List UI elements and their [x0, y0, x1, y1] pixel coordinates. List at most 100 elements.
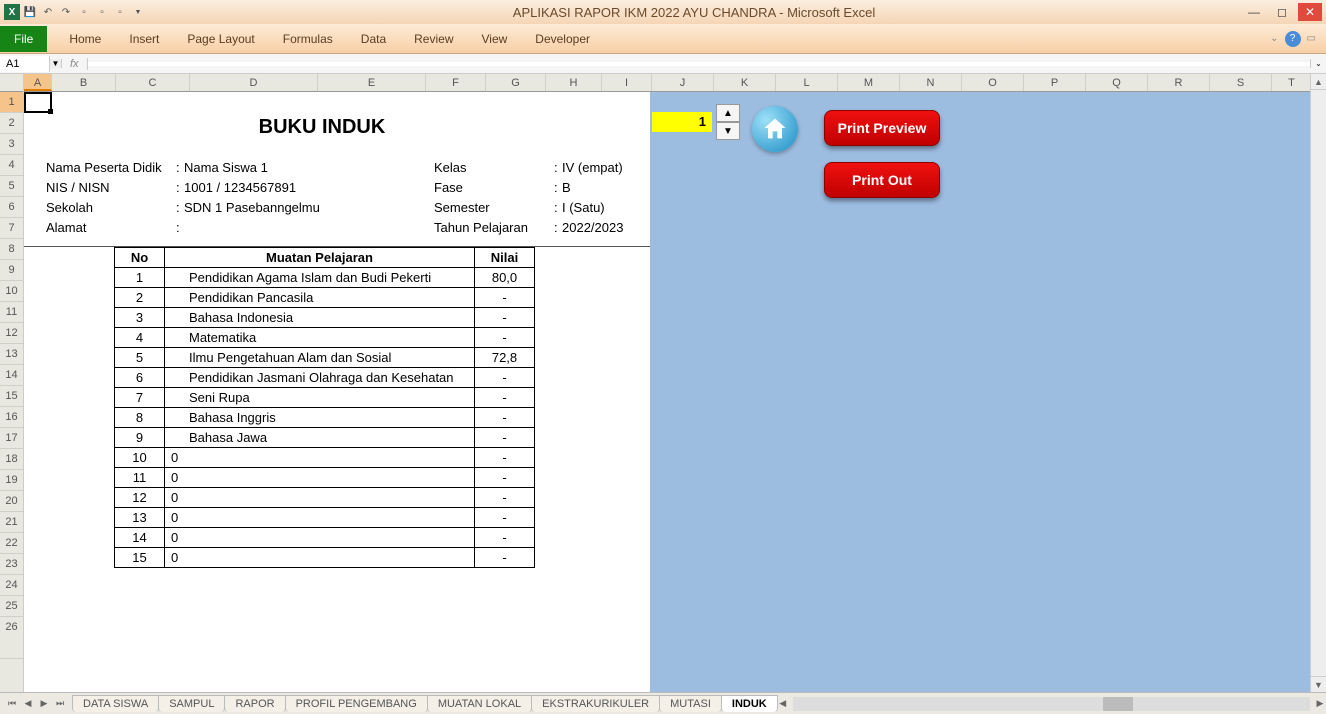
tab-next-icon[interactable]: ▶: [36, 698, 52, 709]
tab-scroll-icon[interactable]: ◀: [777, 698, 789, 709]
col-header[interactable]: L: [776, 74, 838, 91]
tab-first-icon[interactable]: ⏮: [4, 698, 20, 709]
col-header[interactable]: B: [52, 74, 116, 91]
sheet-tab-data-siswa[interactable]: DATA SISWA: [72, 695, 159, 712]
ribbon-tab-view[interactable]: View: [468, 26, 522, 52]
window-controls-icon[interactable]: ▭: [1307, 33, 1316, 44]
col-header[interactable]: M: [838, 74, 900, 91]
ribbon-tab-data[interactable]: Data: [347, 26, 400, 52]
row-header[interactable]: 3: [0, 134, 23, 155]
row-header[interactable]: 7: [0, 218, 23, 239]
col-header[interactable]: R: [1148, 74, 1210, 91]
row-header[interactable]: 11: [0, 302, 23, 323]
sheet-tab-rapor[interactable]: RAPOR: [224, 695, 285, 712]
formula-bar-expand-icon[interactable]: ⌄: [1310, 59, 1326, 68]
row-header[interactable]: 17: [0, 428, 23, 449]
col-header[interactable]: Q: [1086, 74, 1148, 91]
sheet-controls-area[interactable]: 1 ▲ ▼ Print Preview Print Out: [650, 92, 1326, 692]
row-header[interactable]: 23: [0, 554, 23, 575]
sheet-print-area[interactable]: BUKU INDUK Nama Peserta Didik:Nama Siswa…: [24, 92, 650, 692]
row-header[interactable]: 2: [0, 113, 23, 134]
file-tab[interactable]: File: [0, 26, 47, 52]
tab-prev-icon[interactable]: ◀: [20, 698, 36, 709]
print-out-button[interactable]: Print Out: [824, 162, 940, 198]
save-icon[interactable]: 💾: [22, 4, 38, 20]
maximize-button[interactable]: ◻: [1270, 3, 1294, 21]
formula-bar[interactable]: [88, 62, 1310, 66]
undo-icon[interactable]: ↶: [40, 4, 56, 20]
row-header[interactable]: 6: [0, 197, 23, 218]
excel-icon[interactable]: X: [4, 4, 20, 20]
col-header[interactable]: S: [1210, 74, 1272, 91]
col-header[interactable]: K: [714, 74, 776, 91]
fx-icon[interactable]: fx: [62, 58, 88, 70]
select-all-corner[interactable]: [0, 74, 23, 92]
ribbon-tab-insert[interactable]: Insert: [115, 26, 173, 52]
col-header[interactable]: E: [318, 74, 426, 91]
minimize-button[interactable]: —: [1242, 3, 1266, 21]
home-button[interactable]: [752, 106, 798, 152]
row-header[interactable]: 20: [0, 491, 23, 512]
qat-icon[interactable]: ▫: [112, 4, 128, 20]
col-header[interactable]: H: [546, 74, 602, 91]
col-header[interactable]: N: [900, 74, 962, 91]
col-header[interactable]: O: [962, 74, 1024, 91]
scrollbar-thumb[interactable]: [1103, 697, 1133, 711]
col-header[interactable]: P: [1024, 74, 1086, 91]
row-header[interactable]: 9: [0, 260, 23, 281]
name-box[interactable]: A1: [0, 56, 50, 72]
scroll-down-icon[interactable]: ▼: [1311, 676, 1326, 692]
col-header[interactable]: F: [426, 74, 486, 91]
row-header[interactable]: 25: [0, 596, 23, 617]
sheet-tab-sampul[interactable]: SAMPUL: [158, 695, 225, 712]
row-header[interactable]: 19: [0, 470, 23, 491]
col-header[interactable]: A: [24, 74, 52, 91]
row-header[interactable]: 5: [0, 176, 23, 197]
redo-icon[interactable]: ↷: [58, 4, 74, 20]
spinner-down-button[interactable]: ▼: [716, 122, 740, 140]
ribbon-minimize-icon[interactable]: ⌄: [1270, 33, 1278, 44]
row-header[interactable]: 16: [0, 407, 23, 428]
col-header[interactable]: C: [116, 74, 190, 91]
sheet-tab-induk[interactable]: INDUK: [721, 695, 778, 712]
col-header[interactable]: D: [190, 74, 318, 91]
row-header[interactable]: 14: [0, 365, 23, 386]
row-header[interactable]: 4: [0, 155, 23, 176]
qat-dropdown-icon[interactable]: ▼: [130, 4, 146, 20]
sheet-tab-profil-pengembang[interactable]: PROFIL PENGEMBANG: [285, 695, 428, 712]
help-icon[interactable]: ?: [1285, 31, 1301, 47]
horizontal-scrollbar[interactable]: [793, 697, 1310, 711]
name-box-dropdown-icon[interactable]: ▼: [50, 59, 62, 68]
row-header[interactable]: 24: [0, 575, 23, 596]
student-index-cell[interactable]: 1: [652, 112, 712, 132]
col-header[interactable]: J: [652, 74, 714, 91]
close-button[interactable]: ✕: [1298, 3, 1322, 21]
row-header[interactable]: 8: [0, 239, 23, 260]
row-header[interactable]: 1: [0, 92, 23, 113]
tab-last-icon[interactable]: ⏭: [52, 698, 68, 709]
sheet-tab-ekstrakurikuler[interactable]: EKSTRAKURIKULER: [531, 695, 660, 712]
col-header[interactable]: T: [1272, 74, 1312, 91]
row-header[interactable]: 13: [0, 344, 23, 365]
tab-scroll-right-icon[interactable]: ▶: [1314, 698, 1326, 709]
col-header[interactable]: I: [602, 74, 652, 91]
vertical-scrollbar[interactable]: ▲ ▼: [1310, 74, 1326, 692]
qat-icon[interactable]: ▫: [76, 4, 92, 20]
row-header[interactable]: 21: [0, 512, 23, 533]
sheet-tab-mutasi[interactable]: MUTASI: [659, 695, 722, 712]
row-header[interactable]: 10: [0, 281, 23, 302]
print-preview-button[interactable]: Print Preview: [824, 110, 940, 146]
spinner-up-button[interactable]: ▲: [716, 104, 740, 122]
row-header[interactable]: 18: [0, 449, 23, 470]
row-header[interactable]: 15: [0, 386, 23, 407]
row-header[interactable]: 22: [0, 533, 23, 554]
row-header[interactable]: 12: [0, 323, 23, 344]
qat-icon[interactable]: ▫: [94, 4, 110, 20]
sheet-tab-muatan-lokal[interactable]: MUATAN LOKAL: [427, 695, 532, 712]
ribbon-tab-review[interactable]: Review: [400, 26, 467, 52]
scroll-up-icon[interactable]: ▲: [1311, 74, 1326, 90]
ribbon-tab-developer[interactable]: Developer: [521, 26, 604, 52]
ribbon-tab-page-layout[interactable]: Page Layout: [173, 26, 268, 52]
ribbon-tab-home[interactable]: Home: [55, 26, 115, 52]
col-header[interactable]: G: [486, 74, 546, 91]
